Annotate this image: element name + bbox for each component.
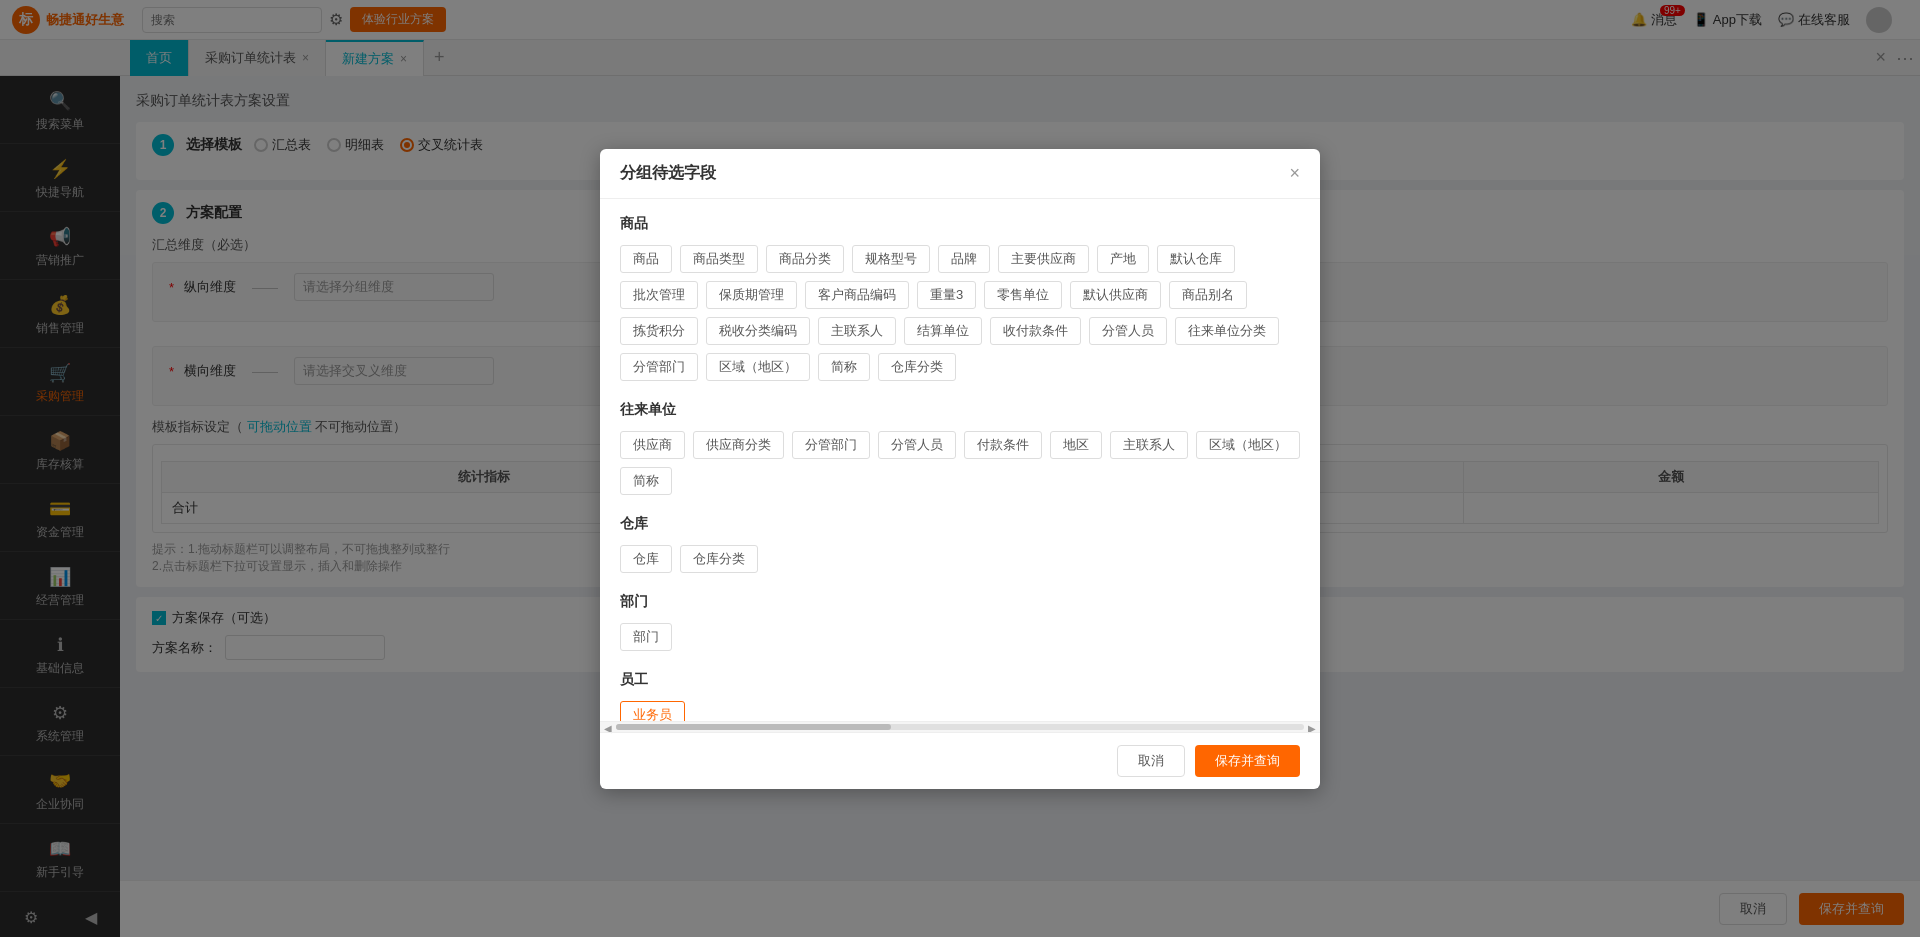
- modal-cancel-button[interactable]: 取消: [1117, 745, 1185, 777]
- field-tag-abbr[interactable]: 简称: [818, 353, 870, 381]
- field-tag-weight[interactable]: 重量3: [917, 281, 976, 309]
- section-counterpart-title: 往来单位: [620, 401, 1300, 419]
- field-tag-main-contact[interactable]: 主联系人: [818, 317, 896, 345]
- field-tag-tax-code[interactable]: 税收分类编码: [706, 317, 810, 345]
- field-tag-origin[interactable]: 产地: [1097, 245, 1149, 273]
- field-tag-spec[interactable]: 规格型号: [852, 245, 930, 273]
- modal: 分组待选字段 × 商品 商品 商品类型 商品分类 规格型号 品牌 主要供应商 产…: [600, 149, 1320, 789]
- field-tag-supplier[interactable]: 供应商: [620, 431, 685, 459]
- field-tag-supervisor[interactable]: 分管人员: [1089, 317, 1167, 345]
- modal-close-button[interactable]: ×: [1289, 163, 1300, 184]
- field-tag-counterpart-cat[interactable]: 往来单位分类: [1175, 317, 1279, 345]
- field-tag-manage-dept[interactable]: 分管部门: [792, 431, 870, 459]
- field-tag-settlement-unit[interactable]: 结算单位: [904, 317, 982, 345]
- field-tag-department[interactable]: 部门: [620, 623, 672, 651]
- field-tag-abbr2[interactable]: 简称: [620, 467, 672, 495]
- hscroll-left[interactable]: ◀: [604, 723, 612, 731]
- section-dept-title: 部门: [620, 593, 1300, 611]
- modal-save-button[interactable]: 保存并查询: [1195, 745, 1300, 777]
- section-warehouse-title: 仓库: [620, 515, 1300, 533]
- section-goods: 商品 商品 商品类型 商品分类 规格型号 品牌 主要供应商 产地 默认仓库 批次…: [620, 215, 1300, 381]
- field-tag-payment-terms[interactable]: 收付款条件: [990, 317, 1081, 345]
- section-dept-grid: 部门: [620, 623, 1300, 651]
- section-dept: 部门 部门: [620, 593, 1300, 651]
- field-tag-default-warehouse[interactable]: 默认仓库: [1157, 245, 1235, 273]
- field-tag-shelf-life[interactable]: 保质期管理: [706, 281, 797, 309]
- field-tag-retail-unit[interactable]: 零售单位: [984, 281, 1062, 309]
- section-goods-title: 商品: [620, 215, 1300, 233]
- field-tag-main-contact2[interactable]: 主联系人: [1110, 431, 1188, 459]
- field-tag-pay-terms[interactable]: 付款条件: [964, 431, 1042, 459]
- field-tag-manage-person[interactable]: 分管人员: [878, 431, 956, 459]
- section-staff-title: 员工: [620, 671, 1300, 689]
- field-tag-warehouse-cat[interactable]: 仓库分类: [878, 353, 956, 381]
- section-staff-grid: 业务员: [620, 701, 1300, 721]
- field-tag-pick-points[interactable]: 拣货积分: [620, 317, 698, 345]
- field-tag-warehouse-cat2[interactable]: 仓库分类: [680, 545, 758, 573]
- modal-title: 分组待选字段: [620, 163, 716, 184]
- modal-hscroll[interactable]: ◀ ▶: [600, 721, 1320, 732]
- section-counterpart-grid: 供应商 供应商分类 分管部门 分管人员 付款条件 地区 主联系人 区域（地区） …: [620, 431, 1300, 495]
- modal-body: 商品 商品 商品类型 商品分类 规格型号 品牌 主要供应商 产地 默认仓库 批次…: [600, 199, 1320, 721]
- field-tag-customer-code[interactable]: 客户商品编码: [805, 281, 909, 309]
- section-warehouse-grid: 仓库 仓库分类: [620, 545, 1300, 573]
- field-tag-goods-cat[interactable]: 商品分类: [766, 245, 844, 273]
- hscroll-thumb[interactable]: [616, 724, 891, 730]
- section-goods-grid: 商品 商品类型 商品分类 规格型号 品牌 主要供应商 产地 默认仓库 批次管理 …: [620, 245, 1300, 381]
- modal-overlay: 分组待选字段 × 商品 商品 商品类型 商品分类 规格型号 品牌 主要供应商 产…: [0, 0, 1920, 937]
- field-tag-main-supplier[interactable]: 主要供应商: [998, 245, 1089, 273]
- modal-footer: 取消 保存并查询: [600, 732, 1320, 789]
- field-tag-salesman[interactable]: 业务员: [620, 701, 685, 721]
- field-tag-batch[interactable]: 批次管理: [620, 281, 698, 309]
- modal-header: 分组待选字段 ×: [600, 149, 1320, 199]
- section-warehouse: 仓库 仓库 仓库分类: [620, 515, 1300, 573]
- section-staff: 员工 业务员: [620, 671, 1300, 721]
- field-tag-goods[interactable]: 商品: [620, 245, 672, 273]
- field-tag-default-supplier[interactable]: 默认供应商: [1070, 281, 1161, 309]
- hscroll-track: [616, 724, 1304, 730]
- section-counterpart: 往来单位 供应商 供应商分类 分管部门 分管人员 付款条件 地区 主联系人 区域…: [620, 401, 1300, 495]
- hscroll-right[interactable]: ▶: [1308, 723, 1316, 731]
- field-tag-district[interactable]: 地区: [1050, 431, 1102, 459]
- field-tag-region2[interactable]: 区域（地区）: [1196, 431, 1300, 459]
- field-tag-goods-type[interactable]: 商品类型: [680, 245, 758, 273]
- field-tag-dept[interactable]: 分管部门: [620, 353, 698, 381]
- field-tag-alias[interactable]: 商品别名: [1169, 281, 1247, 309]
- field-tag-warehouse[interactable]: 仓库: [620, 545, 672, 573]
- field-tag-supplier-cat[interactable]: 供应商分类: [693, 431, 784, 459]
- field-tag-brand[interactable]: 品牌: [938, 245, 990, 273]
- field-tag-region[interactable]: 区域（地区）: [706, 353, 810, 381]
